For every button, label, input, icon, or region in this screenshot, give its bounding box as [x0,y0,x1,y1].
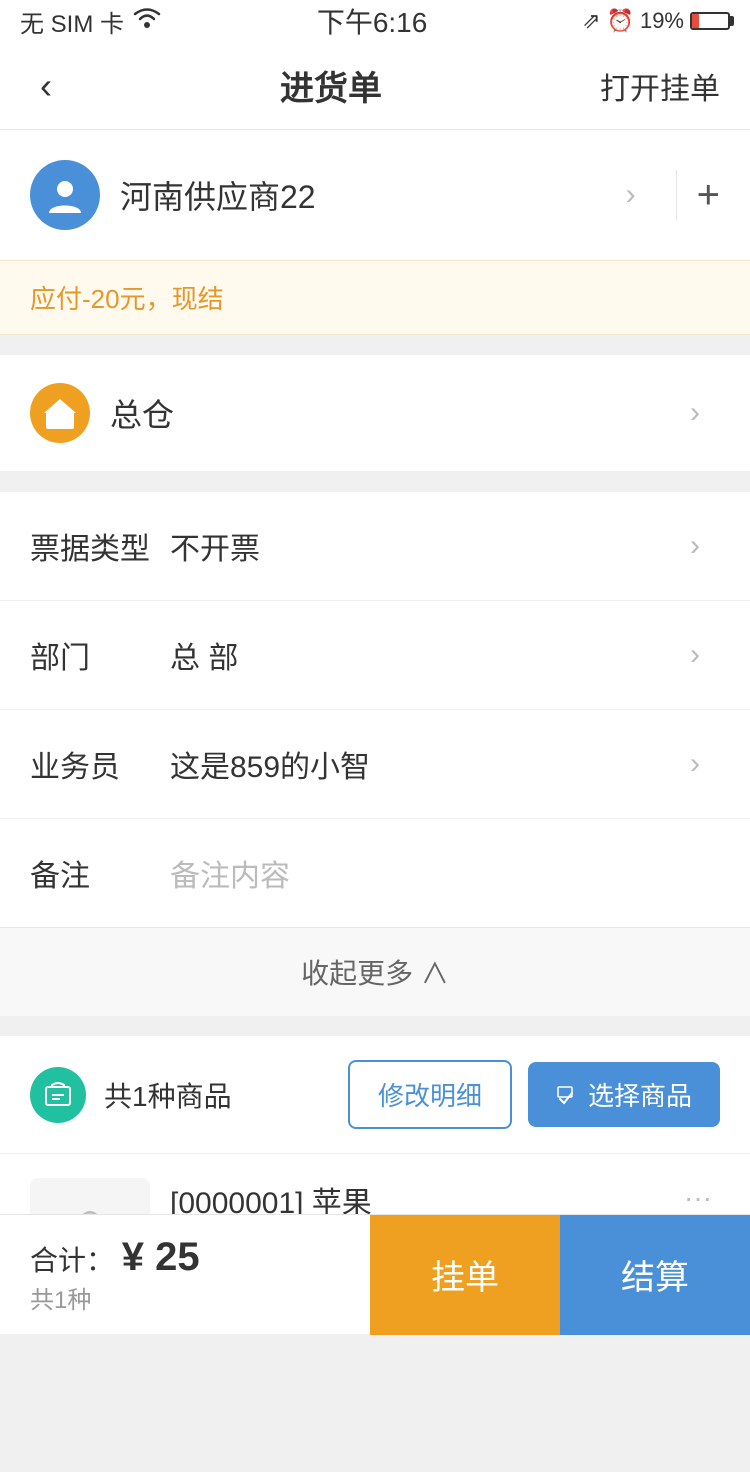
suspend-button[interactable]: 挂单 [370,1215,560,1335]
add-supplier-button[interactable]: + [697,173,720,218]
form-section: 票据类型 不开票 › 部门 总 部 › 业务员 这是859的小智 › 备注 备注… [0,491,750,1016]
time-label: 下午6:16 [317,1,428,41]
dept-chevron-icon: › [690,638,700,672]
sales-value: 这是859的小智 [170,742,690,786]
back-button[interactable]: ‹ [30,55,62,117]
dept-value: 总 部 [170,633,690,677]
nav-bar: ‹ 进货单 打开挂单 [0,42,750,130]
edit-detail-button[interactable]: 修改明细 [348,1060,512,1129]
total-line: 合计： ¥ 25 [30,1235,340,1280]
supplier-avatar [30,160,100,230]
bottom-bar: 合计： ¥ 25 共1种 挂单 结算 [0,1214,750,1334]
divider [676,170,677,220]
status-left: 无 SIM 卡 [20,4,162,39]
sales-label: 业务员 [30,742,170,786]
warehouse-section: 总仓 › [0,355,750,471]
warehouse-chevron-icon: › [690,396,700,430]
product-header: 共1种商品 修改明细 选择商品 [0,1036,750,1153]
bottom-spacer [0,1342,750,1472]
carrier-label: 无 SIM 卡 [20,4,124,39]
collapse-button[interactable]: 收起更多 ∧ [0,927,750,1016]
total-section: 合计： ¥ 25 共1种 [0,1235,370,1315]
warehouse-icon [30,383,90,443]
open-pending-button[interactable]: 打开挂单 [600,64,720,108]
warehouse-name: 总仓 [110,390,690,436]
dept-label: 部门 [30,633,170,677]
checkout-button[interactable]: 结算 [560,1215,750,1335]
select-product-label: 选择商品 [588,1076,692,1113]
location-icon: ⇗ [582,8,600,34]
page-title: 进货单 [280,61,382,110]
remark-row[interactable]: 备注 备注内容 [0,818,750,927]
battery-percentage: 19% [640,8,684,34]
remark-input[interactable]: 备注内容 [170,851,720,895]
supplier-name: 河南供应商22 [120,172,626,218]
supplier-notice: 应付-20元，现结 [0,260,750,335]
sales-chevron-icon: › [690,747,700,781]
invoice-type-label: 票据类型 [30,524,170,568]
warehouse-row[interactable]: 总仓 › [0,355,750,471]
invoice-chevron-icon: › [690,529,700,563]
supplier-section: 河南供应商22 › + 应付-20元，现结 [0,130,750,335]
sales-row[interactable]: 业务员 这是859的小智 › [0,709,750,818]
battery-icon [690,12,730,30]
status-right: ⇗ ⏰ 19% [582,8,730,34]
invoice-type-value: 不开票 [170,524,690,568]
product-count-label: 共1种商品 [104,1075,348,1115]
total-label: 合计： [30,1245,114,1276]
total-count: 共1种 [30,1280,340,1315]
invoice-type-row[interactable]: 票据类型 不开票 › [0,491,750,600]
remark-label: 备注 [30,851,170,895]
dept-row[interactable]: 部门 总 部 › [0,600,750,709]
product-count-icon [30,1067,86,1123]
total-amount: ¥ 25 [122,1235,200,1279]
wifi-icon [132,7,162,36]
product-more-button[interactable]: ··· [676,1178,720,1218]
select-product-button[interactable]: 选择商品 [528,1062,720,1127]
supplier-chevron-icon: › [626,178,636,212]
supplier-row[interactable]: 河南供应商22 › + [0,130,750,260]
alarm-icon: ⏰ [607,8,634,34]
status-bar: 无 SIM 卡 下午6:16 ⇗ ⏰ 19% [0,0,750,42]
